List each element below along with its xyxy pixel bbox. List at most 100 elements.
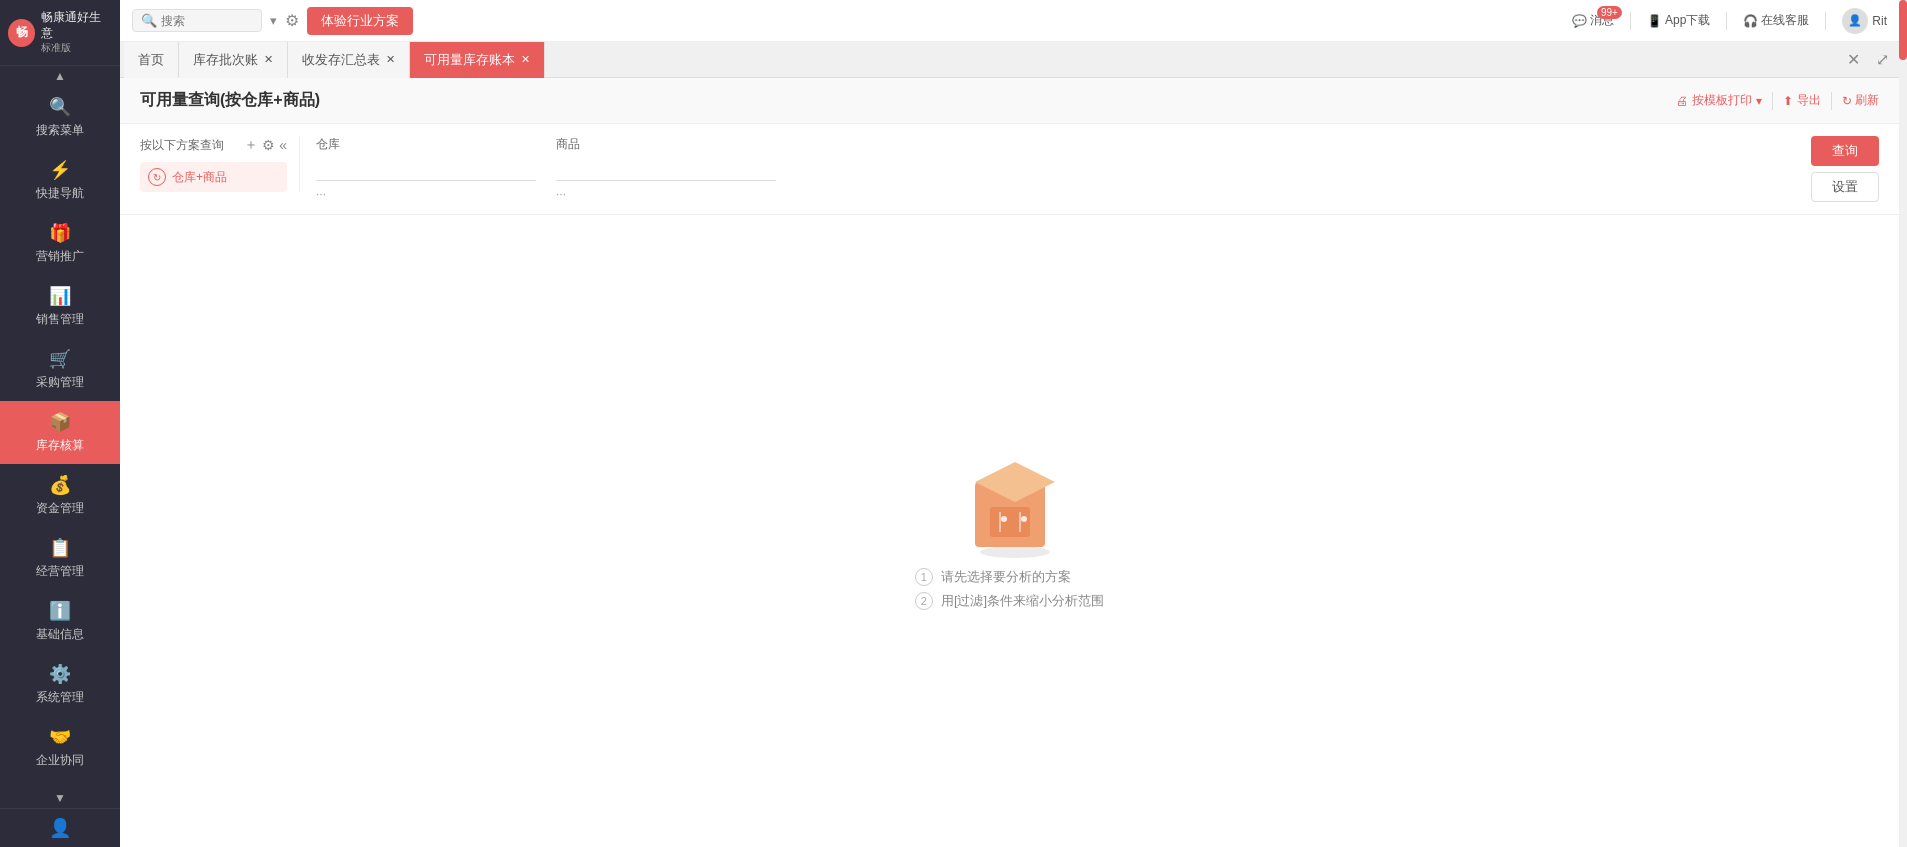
- page-header-actions: 🖨 按模板打印 ▾ ⬆ 导出 ↻ 刷新: [1676, 92, 1879, 110]
- scroll-up-arrow[interactable]: ▲: [0, 66, 120, 86]
- tab-available[interactable]: 可用量库存账本 ✕: [410, 42, 545, 78]
- sidebar-item-purchase[interactable]: 🛒 采购管理: [0, 338, 120, 401]
- empty-step-2: 2 用[过滤]条件来缩小分析范围: [915, 592, 1104, 610]
- topbar: 🔍 ▾ ⚙ 体验行业方案 💬 消息 99+ 📱 App下载 🎧 在线客服: [120, 0, 1899, 42]
- divider-header1: [1772, 92, 1773, 110]
- warehouse-input[interactable]: [316, 157, 536, 181]
- refresh-icon: ↻: [1842, 94, 1852, 108]
- settings-scheme-btn[interactable]: ⚙: [262, 136, 275, 154]
- product-more-btn[interactable]: ···: [556, 187, 776, 201]
- service-btn[interactable]: 🎧 在线客服: [1743, 12, 1809, 29]
- logo-text: 畅康通好生意 标准版: [41, 10, 112, 55]
- filter-actions: 查询 设置: [1811, 136, 1879, 202]
- user-avatar: 👤: [1842, 8, 1868, 34]
- empty-steps: 1 请先选择要分析的方案 2 用[过滤]条件来缩小分析范围: [915, 568, 1104, 610]
- tab-expand-btn[interactable]: ⤢: [1870, 48, 1895, 71]
- tab-batch[interactable]: 库存批次账 ✕: [179, 42, 288, 78]
- sidebar-item-finance[interactable]: 💰 资金管理: [0, 464, 120, 527]
- sidebar-user-bottom[interactable]: 👤: [0, 808, 120, 847]
- tab-available-close[interactable]: ✕: [521, 53, 530, 66]
- system-icon: ⚙️: [49, 663, 71, 685]
- chevron-down-icon[interactable]: ▾: [270, 13, 277, 28]
- filter-area: 按以下方案查询 ＋ ⚙ « ↻ 仓库+商品 仓库 ···: [120, 124, 1899, 215]
- basic-icon: ℹ️: [49, 600, 71, 622]
- sidebar-item-operations[interactable]: 📋 经营管理: [0, 527, 120, 590]
- sidebar-logo: 畅 畅康通好生意 标准版: [0, 0, 120, 66]
- sidebar: 畅 畅康通好生意 标准版 ▲ 🔍 搜索菜单 ⚡ 快捷导航 🎁 营销推广 📊 销售…: [0, 0, 120, 847]
- search-input[interactable]: [161, 14, 251, 28]
- refresh-btn[interactable]: ↻ 刷新: [1842, 92, 1879, 109]
- sidebar-item-sales[interactable]: 📊 销售管理: [0, 275, 120, 338]
- empty-step-1: 1 请先选择要分析的方案: [915, 568, 1104, 586]
- user-profile-btn[interactable]: 👤 Rit: [1842, 8, 1887, 34]
- query-btn[interactable]: 查询: [1811, 136, 1879, 166]
- inventory-icon: 📦: [49, 411, 71, 433]
- svg-point-7: [1021, 516, 1027, 522]
- svg-point-0: [980, 546, 1050, 558]
- shortcut-icon: ⚡: [49, 159, 71, 181]
- filter-fields: 仓库 ··· 商品 ···: [316, 136, 1795, 201]
- print-btn[interactable]: 🖨 按模板打印 ▾: [1676, 92, 1762, 109]
- product-input[interactable]: [556, 157, 776, 181]
- marketing-icon: 🎁: [49, 222, 71, 244]
- sales-icon: 📊: [49, 285, 71, 307]
- empty-state: 1 请先选择要分析的方案 2 用[过滤]条件来缩小分析范围: [120, 215, 1899, 847]
- headset-icon: 🎧: [1743, 14, 1758, 28]
- page-header: 可用量查询(按仓库+商品) 🖨 按模板打印 ▾ ⬆ 导出 ↻ 刷新: [120, 78, 1899, 124]
- step-num-1: 1: [915, 568, 933, 586]
- message-badge: 99+: [1597, 6, 1622, 19]
- tab-close-all-btn[interactable]: ✕: [1841, 48, 1866, 71]
- filter-field-product: 商品 ···: [556, 136, 776, 201]
- page-content: 可用量查询(按仓库+商品) 🖨 按模板打印 ▾ ⬆ 导出 ↻ 刷新: [120, 78, 1899, 847]
- tab-actions: ✕ ⤢: [1841, 48, 1895, 71]
- search-icon-topbar: 🔍: [141, 13, 157, 28]
- filter-field-warehouse: 仓库 ···: [316, 136, 536, 201]
- scheme-item-warehouse-product[interactable]: ↻ 仓库+商品: [140, 162, 287, 192]
- tab-summary-close[interactable]: ✕: [386, 53, 395, 66]
- sidebar-item-system[interactable]: ⚙️ 系统管理: [0, 653, 120, 716]
- divider3: [1825, 12, 1826, 30]
- phone-icon: 📱: [1647, 14, 1662, 28]
- print-icon: 🖨: [1676, 94, 1688, 108]
- divider1: [1630, 12, 1631, 30]
- purchase-icon: 🛒: [49, 348, 71, 370]
- main-area: 🔍 ▾ ⚙ 体验行业方案 💬 消息 99+ 📱 App下载 🎧 在线客服: [120, 0, 1899, 847]
- scroll-down-arrow[interactable]: ▼: [0, 788, 120, 808]
- tab-summary[interactable]: 收发存汇总表 ✕: [288, 42, 410, 78]
- sidebar-item-search[interactable]: 🔍 搜索菜单: [0, 86, 120, 149]
- filter-scheme-panel: 按以下方案查询 ＋ ⚙ « ↻ 仓库+商品: [140, 136, 300, 192]
- sidebar-item-basic[interactable]: ℹ️ 基础信息: [0, 590, 120, 653]
- add-scheme-btn[interactable]: ＋: [244, 136, 258, 154]
- tab-home[interactable]: 首页: [124, 42, 179, 78]
- scrollbar-thumb[interactable]: [1899, 0, 1907, 60]
- app-download-btn[interactable]: 📱 App下载: [1647, 12, 1710, 29]
- sidebar-nav: 🔍 搜索菜单 ⚡ 快捷导航 🎁 营销推广 📊 销售管理 🛒 采购管理 📦 库存核…: [0, 86, 120, 788]
- filter-settings-btn[interactable]: 设置: [1811, 172, 1879, 202]
- tab-batch-close[interactable]: ✕: [264, 53, 273, 66]
- warehouse-more-btn[interactable]: ···: [316, 187, 536, 201]
- gear-icon[interactable]: ⚙: [285, 11, 299, 30]
- svg-point-6: [1001, 516, 1007, 522]
- divider2: [1726, 12, 1727, 30]
- industry-btn[interactable]: 体验行业方案: [307, 7, 413, 35]
- sidebar-item-enterprise[interactable]: 🤝 企业协同: [0, 716, 120, 779]
- topbar-search-box[interactable]: 🔍: [132, 9, 262, 32]
- operations-icon: 📋: [49, 537, 71, 559]
- finance-icon: 💰: [49, 474, 71, 496]
- sidebar-item-marketing[interactable]: 🎁 营销推广: [0, 212, 120, 275]
- message-btn[interactable]: 💬 消息 99+: [1572, 12, 1614, 29]
- sidebar-item-guide[interactable]: 📖 新手引导: [0, 779, 120, 788]
- sidebar-item-shortcut[interactable]: ⚡ 快捷导航: [0, 149, 120, 212]
- page-title: 可用量查询(按仓库+商品): [140, 90, 320, 111]
- step-num-2: 2: [915, 592, 933, 610]
- chevron-print-icon: ▾: [1756, 94, 1762, 108]
- right-scrollbar[interactable]: [1899, 0, 1907, 847]
- scheme-icon: ↻: [148, 168, 166, 186]
- collapse-scheme-btn[interactable]: «: [279, 136, 287, 154]
- export-btn[interactable]: ⬆ 导出: [1783, 92, 1821, 109]
- message-icon: 💬: [1572, 14, 1587, 28]
- user-avatar-bottom: 👤: [49, 817, 71, 839]
- empty-illustration: [960, 452, 1060, 552]
- search-icon: 🔍: [49, 96, 71, 118]
- sidebar-item-inventory[interactable]: 📦 库存核算: [0, 401, 120, 464]
